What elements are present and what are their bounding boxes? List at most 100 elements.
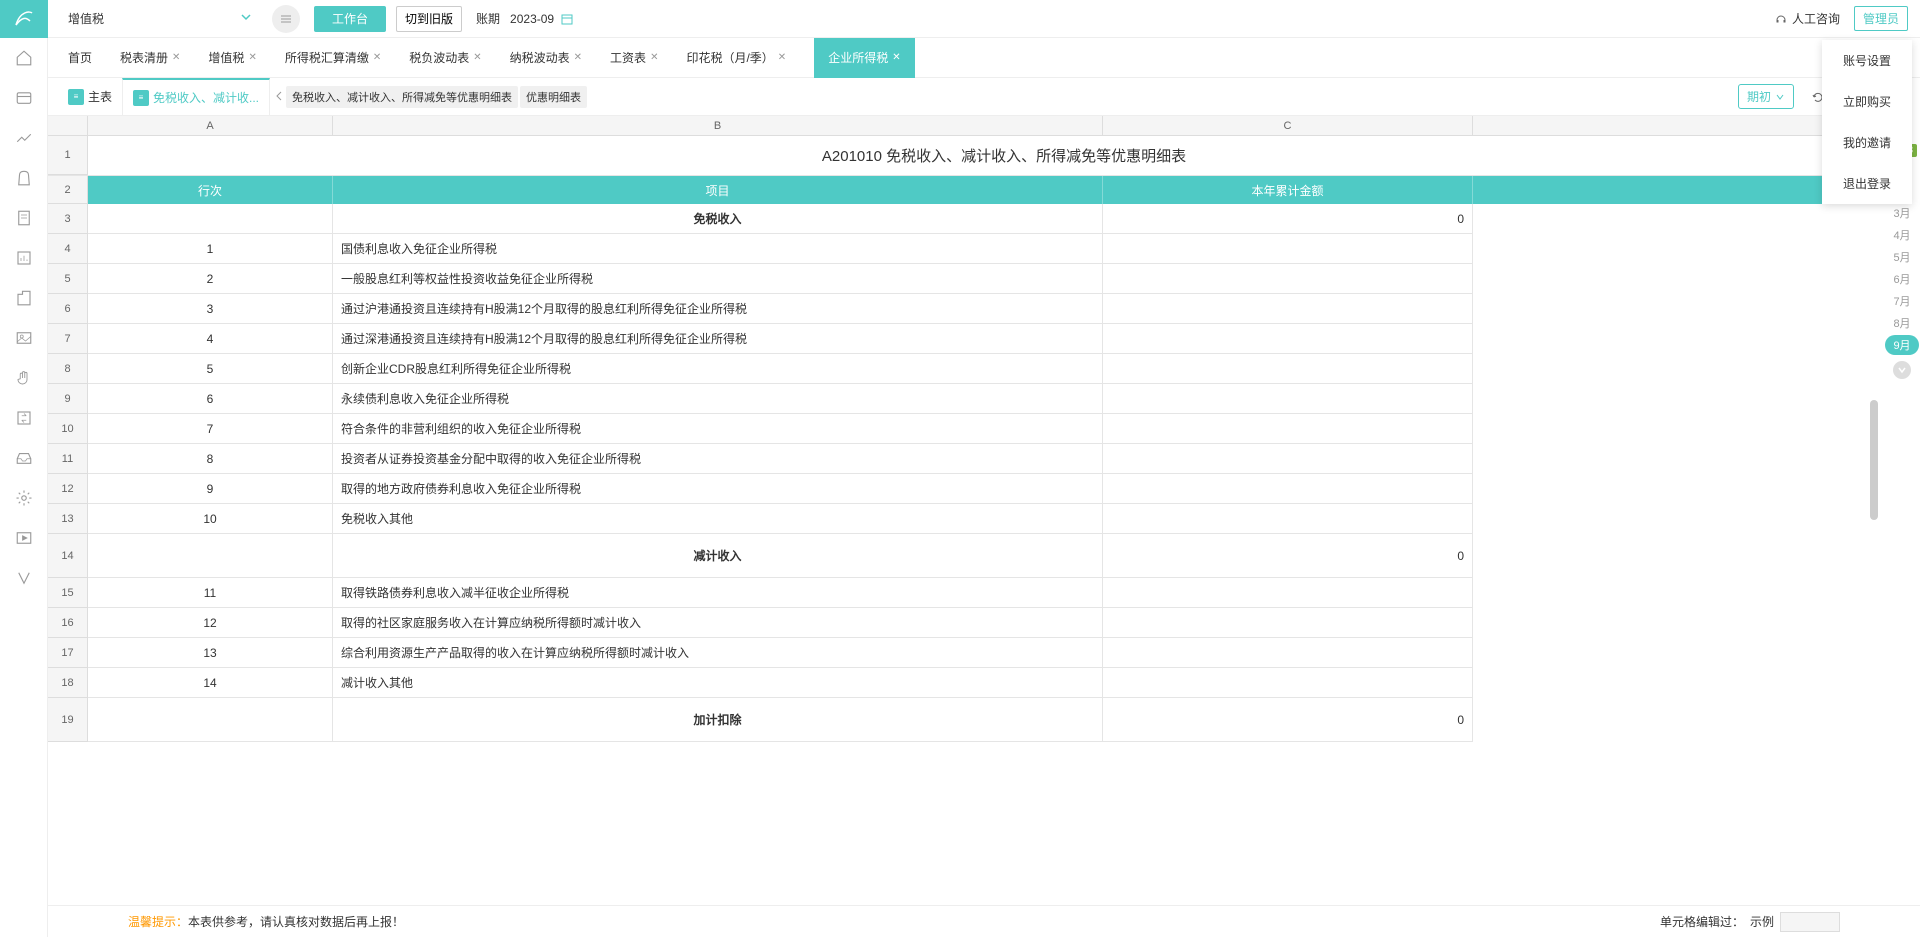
month-item[interactable]: 7月 — [1893, 291, 1910, 311]
cell-a[interactable] — [88, 534, 333, 578]
tab-纳税波动表[interactable]: 纳税波动表✕ — [510, 38, 582, 78]
row-header[interactable]: 17 — [48, 638, 88, 668]
cell-a[interactable]: 4 — [88, 324, 333, 354]
cell-b[interactable]: 综合利用资源生产产品取得的收入在计算应纳税所得额时减计收入 — [333, 638, 1103, 668]
vertical-scrollbar[interactable] — [1870, 140, 1880, 897]
nav-video-icon[interactable] — [0, 518, 48, 558]
cell-c[interactable] — [1103, 444, 1473, 474]
tab-增值税[interactable]: 增值税✕ — [208, 38, 256, 78]
switch-old-button[interactable]: 切到旧版 — [396, 6, 462, 32]
row-header[interactable]: 10 — [48, 414, 88, 444]
row-header[interactable]: 9 — [48, 384, 88, 414]
cell-a[interactable]: 8 — [88, 444, 333, 474]
cell-a[interactable] — [88, 204, 333, 234]
cell-b[interactable]: 免税收入其他 — [333, 504, 1103, 534]
example-input[interactable] — [1780, 912, 1840, 932]
cell-c[interactable] — [1103, 384, 1473, 414]
cell-b[interactable]: 符合条件的非营利组织的收入免征企业所得税 — [333, 414, 1103, 444]
cell-c[interactable]: 0 — [1103, 534, 1473, 578]
cell-a[interactable]: 6 — [88, 384, 333, 414]
row-header[interactable]: 6 — [48, 294, 88, 324]
nav-hand-icon[interactable] — [0, 358, 48, 398]
calendar-icon[interactable] — [560, 12, 574, 26]
nav-transfer-icon[interactable] — [0, 398, 48, 438]
cell-c[interactable] — [1103, 234, 1473, 264]
cell-b[interactable]: 加计扣除 — [333, 698, 1103, 742]
tab-印花税（月/季）[interactable]: 印花税（月/季）✕ — [686, 38, 786, 78]
row-header[interactable]: 15 — [48, 578, 88, 608]
cell-c[interactable] — [1103, 504, 1473, 534]
cell-b[interactable]: 取得的社区家庭服务收入在计算应纳税所得额时减计收入 — [333, 608, 1103, 638]
col-header-c[interactable]: C — [1103, 116, 1473, 135]
cell-c[interactable]: 0 — [1103, 698, 1473, 742]
cell-c[interactable] — [1103, 264, 1473, 294]
tab-首页[interactable]: 首页 — [68, 38, 92, 78]
sheet-corner[interactable] — [48, 116, 88, 135]
month-item[interactable]: 3月 — [1893, 203, 1910, 223]
row-header[interactable]: 1 — [48, 136, 88, 175]
tab-税负波动表[interactable]: 税负波动表✕ — [409, 38, 481, 78]
breadcrumb-back-icon[interactable] — [274, 90, 284, 104]
cell-c[interactable] — [1103, 668, 1473, 698]
cell-a[interactable]: 14 — [88, 668, 333, 698]
subtab-main[interactable]: ≡ 主表 — [58, 78, 122, 116]
close-icon[interactable]: ✕ — [574, 52, 582, 63]
row-header[interactable]: 13 — [48, 504, 88, 534]
cell-a[interactable]: 12 — [88, 608, 333, 638]
row-header[interactable]: 14 — [48, 534, 88, 578]
month-item[interactable]: 5月 — [1893, 247, 1910, 267]
cell-a[interactable]: 13 — [88, 638, 333, 668]
close-icon[interactable]: ✕ — [650, 52, 658, 63]
cell-a[interactable]: 9 — [88, 474, 333, 504]
tab-工资表[interactable]: 工资表✕ — [610, 38, 658, 78]
nav-image-icon[interactable] — [0, 318, 48, 358]
cell-c[interactable] — [1103, 354, 1473, 384]
breadcrumb-item[interactable]: 免税收入、减计收入、所得减免等优惠明细表 — [286, 86, 518, 108]
cell-c[interactable] — [1103, 608, 1473, 638]
consult-button[interactable]: 人工咨询 — [1774, 10, 1840, 27]
menu-account-settings[interactable]: 账号设置 — [1822, 40, 1912, 81]
subtab-exempt[interactable]: ≡ 免税收入、减计收... — [122, 78, 270, 116]
cell-b[interactable]: 永续债利息收入免征企业所得税 — [333, 384, 1103, 414]
month-item[interactable]: 8月 — [1893, 313, 1910, 333]
cell-b[interactable]: 减计收入其他 — [333, 668, 1103, 698]
close-icon[interactable]: ✕ — [373, 52, 381, 63]
row-header[interactable]: 2 — [48, 176, 88, 204]
menu-logout[interactable]: 退出登录 — [1822, 163, 1912, 204]
cell-c[interactable] — [1103, 414, 1473, 444]
month-item[interactable]: 4月 — [1893, 225, 1910, 245]
cell-b[interactable]: 投资者从证券投资基金分配中取得的收入免征企业所得税 — [333, 444, 1103, 474]
col-header-b[interactable]: B — [333, 116, 1103, 135]
cell-c[interactable] — [1103, 294, 1473, 324]
cell-c[interactable] — [1103, 578, 1473, 608]
close-icon[interactable]: ✕ — [892, 52, 900, 63]
cell-b[interactable]: 取得铁路债券利息收入减半征收企业所得税 — [333, 578, 1103, 608]
cell-a[interactable]: 11 — [88, 578, 333, 608]
nav-gear-icon[interactable] — [0, 478, 48, 518]
tab-所得税汇算清缴[interactable]: 所得税汇算清缴✕ — [285, 38, 381, 78]
breadcrumb-item[interactable]: 优惠明细表 — [520, 86, 587, 108]
cell-b[interactable]: 通过沪港通投资且连续持有H股满12个月取得的股息红利所得免征企业所得税 — [333, 294, 1103, 324]
cell-b[interactable]: 一般股息红利等权益性投资收益免征企业所得税 — [333, 264, 1103, 294]
cell-b[interactable]: 取得的地方政府债券利息收入免征企业所得税 — [333, 474, 1103, 504]
close-icon[interactable]: ✕ — [473, 52, 481, 63]
row-header[interactable]: 16 — [48, 608, 88, 638]
row-header[interactable]: 18 — [48, 668, 88, 698]
cell-b[interactable]: 免税收入 — [333, 204, 1103, 234]
cell-a[interactable]: 10 — [88, 504, 333, 534]
nav-card-icon[interactable] — [0, 78, 48, 118]
cell-b[interactable]: 国债利息收入免征企业所得税 — [333, 234, 1103, 264]
cell-c[interactable]: 0 — [1103, 204, 1473, 234]
row-header[interactable]: 8 — [48, 354, 88, 384]
col-header-a[interactable]: A — [88, 116, 333, 135]
row-header[interactable]: 7 — [48, 324, 88, 354]
nav-inbox-icon[interactable] — [0, 438, 48, 478]
tab-企业所得税[interactable]: 企业所得税✕ — [814, 38, 914, 78]
admin-button[interactable]: 管理员 — [1854, 6, 1908, 31]
cell-c[interactable] — [1103, 638, 1473, 668]
nav-home-icon[interactable] — [0, 38, 48, 78]
cell-a[interactable]: 3 — [88, 294, 333, 324]
row-header[interactable]: 12 — [48, 474, 88, 504]
menu-buy-now[interactable]: 立即购买 — [1822, 81, 1912, 122]
chevron-down-icon[interactable] — [1893, 361, 1911, 379]
